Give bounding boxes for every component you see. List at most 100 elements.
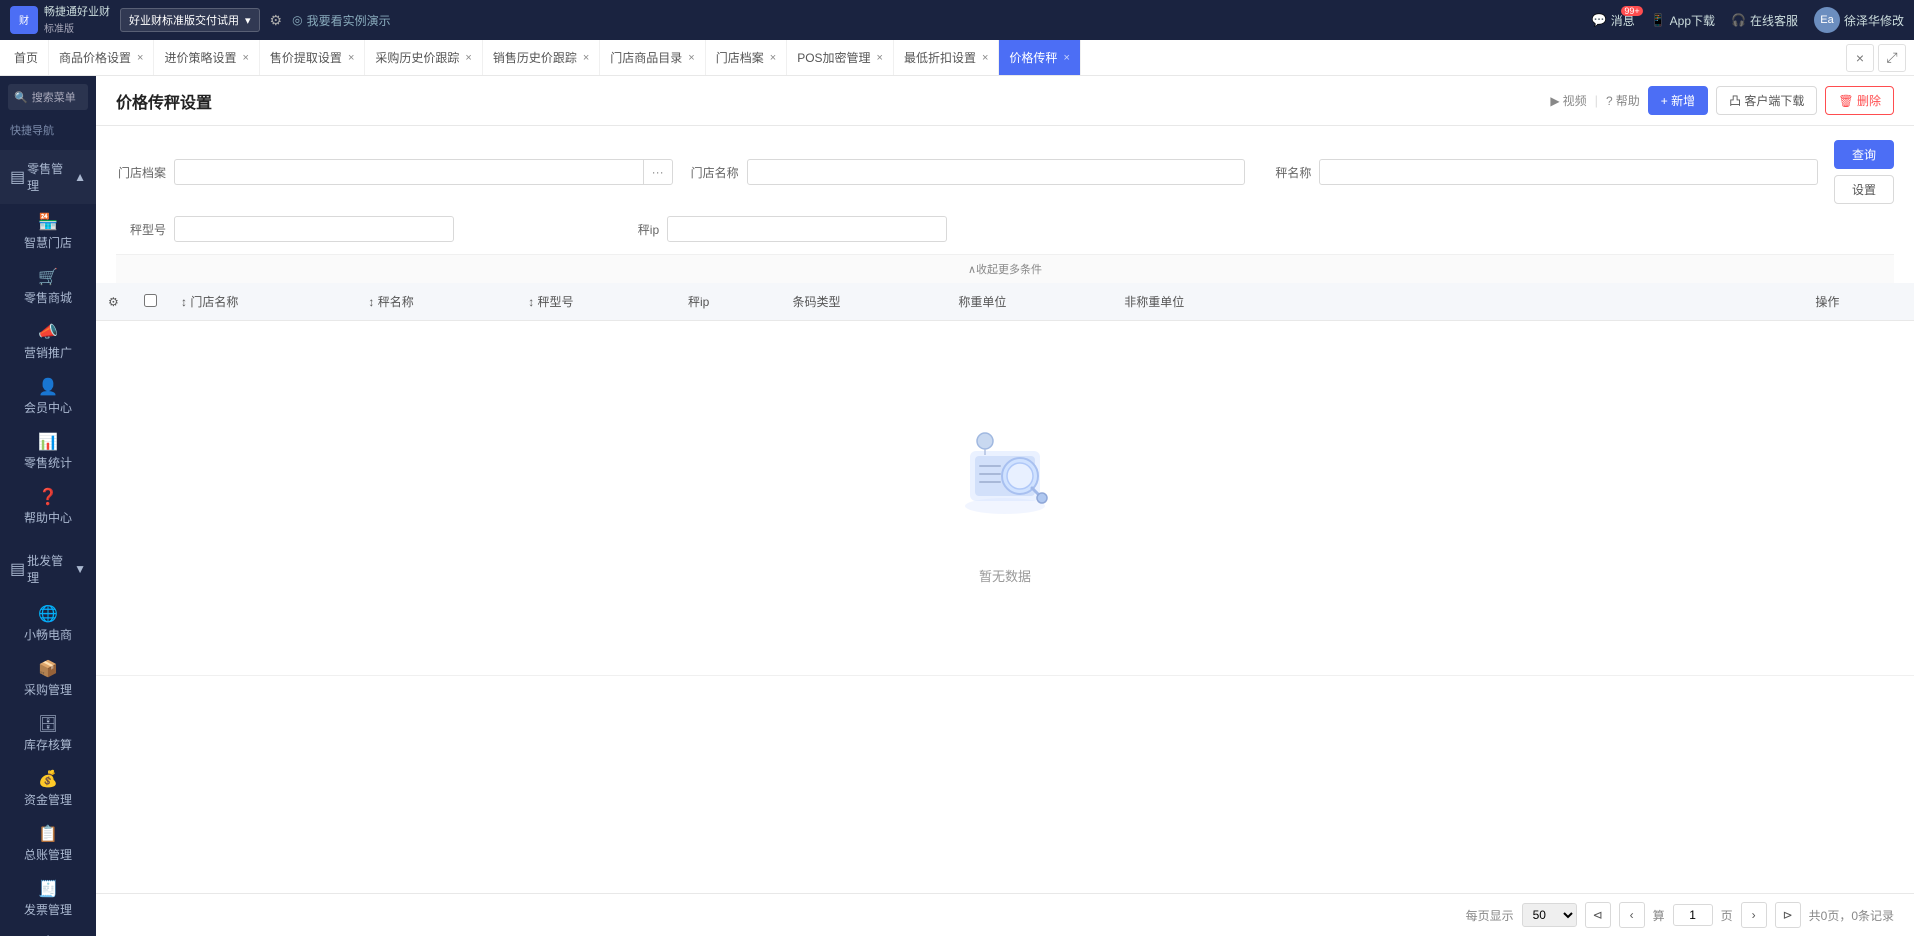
sidebar-item-label: 发票管理: [24, 901, 72, 918]
tab-pos-management[interactable]: POS加密管理 ×: [787, 40, 894, 76]
tab-store-catalog[interactable]: 门店商品目录 ×: [600, 40, 705, 76]
sidebar-item-member[interactable]: 👤 会员中心: [0, 369, 96, 424]
prev-page-button[interactable]: ‹: [1619, 902, 1645, 928]
delete-button[interactable]: 🗑 删除: [1825, 86, 1894, 115]
scale-ip-label: 秤ip: [609, 221, 659, 238]
headset-icon: 🎧: [1731, 13, 1746, 27]
tab-min-discount[interactable]: 最低折扣设置 ×: [894, 40, 999, 76]
tab-purchase-history[interactable]: 采购历史价跟踪 ×: [365, 40, 482, 76]
th-action: 操作: [1803, 283, 1914, 321]
tab-home[interactable]: 首页: [4, 40, 49, 76]
marketing-icon: 📣: [38, 322, 58, 342]
demo-button[interactable]: ◎ 我要看实例演示: [292, 12, 391, 29]
th-checkbox[interactable]: [132, 283, 169, 321]
user-name: 徐泽华修改: [1844, 12, 1904, 29]
message-button[interactable]: 💬 消息 99+: [1592, 12, 1635, 29]
message-icon: 💬: [1592, 13, 1607, 27]
first-page-button[interactable]: ⊲: [1585, 902, 1611, 928]
tab-store-profile[interactable]: 门店档案 ×: [706, 40, 787, 76]
invoice-icon: 🧾: [38, 879, 58, 899]
select-all-checkbox[interactable]: [144, 294, 157, 307]
add-button[interactable]: + 新增: [1648, 86, 1708, 115]
user-menu-button[interactable]: Ea 徐泽华修改: [1814, 7, 1904, 33]
filter-scale-model: 秤型号: [116, 216, 593, 242]
scale-name-input[interactable]: [1319, 159, 1818, 185]
tab-purchase-strategy-label: 进价策略设置: [164, 49, 236, 66]
video-link[interactable]: ▶ 视频: [1550, 92, 1586, 109]
app-download-button[interactable]: 📱 App下载: [1651, 12, 1715, 29]
sidebar: 🔍 搜索菜单 快捷导航 ▤ 零售管理 ▲ 🏪 智慧门店 🛒 零售商城 📣 营销推…: [0, 76, 96, 936]
purchase-icon: 📦: [38, 659, 58, 679]
close-icon[interactable]: ×: [688, 52, 694, 64]
sidebar-item-ecom[interactable]: 🌐 小畅电商: [0, 596, 96, 651]
settings-icon[interactable]: ⚙: [270, 12, 283, 29]
version-dropdown[interactable]: 好业财标准版交付试用 ▾: [120, 8, 260, 32]
help-link[interactable]: ? 帮助: [1606, 92, 1640, 109]
close-icon[interactable]: ×: [877, 52, 883, 64]
tab-price-settings-label: 商品价格设置: [59, 49, 131, 66]
sidebar-item-batch-mgmt[interactable]: ▤ 批发管理 ▼: [0, 542, 96, 596]
sidebar-item-tax[interactable]: 🏛 税务管理: [0, 926, 96, 936]
tab-purchase-strategy[interactable]: 进价策略设置 ×: [154, 40, 259, 76]
close-icon[interactable]: ×: [465, 52, 471, 64]
search-menu-button[interactable]: 🔍 搜索菜单: [8, 84, 88, 110]
avatar: Ea: [1814, 7, 1840, 33]
expand-tab-button[interactable]: ⤢: [1878, 44, 1906, 72]
empty-text: 暂无数据: [979, 566, 1031, 585]
sidebar-item-inventory[interactable]: 🗄 库存核算: [0, 706, 96, 761]
close-icon[interactable]: ×: [982, 52, 988, 64]
app-download-label: App下载: [1670, 12, 1715, 29]
close-tab-button[interactable]: ×: [1846, 44, 1874, 72]
page-input[interactable]: [1673, 904, 1713, 926]
sidebar-item-smart-store[interactable]: 🏪 智慧门店: [0, 204, 96, 259]
close-icon[interactable]: ×: [1063, 52, 1069, 64]
scale-model-input[interactable]: [174, 216, 454, 242]
store-name-label: 门店名称: [689, 164, 739, 181]
tab-price-settings[interactable]: 商品价格设置 ×: [49, 40, 154, 76]
query-button[interactable]: 查询: [1834, 140, 1894, 169]
tab-sale-price-fetch[interactable]: 售价提取设置 ×: [260, 40, 365, 76]
store-name-input[interactable]: [747, 159, 1246, 185]
sidebar-item-retail-mgmt[interactable]: ▤ 零售管理 ▲: [0, 150, 96, 204]
next-page-button[interactable]: ›: [1741, 902, 1767, 928]
last-page-button[interactable]: ⊳: [1775, 902, 1801, 928]
th-scale-ip: 秤ip: [676, 283, 780, 321]
scale-ip-input[interactable]: [667, 216, 947, 242]
sidebar-item-invoice[interactable]: 🧾 发票管理: [0, 871, 96, 926]
sidebar-item-accounting[interactable]: 📋 总账管理: [0, 816, 96, 871]
sidebar-item-purchase[interactable]: 📦 采购管理: [0, 651, 96, 706]
sidebar-item-retail-mall[interactable]: 🛒 零售商城: [0, 259, 96, 314]
tab-home-label: 首页: [14, 49, 38, 66]
store-profile-dots-button[interactable]: ···: [643, 159, 673, 185]
th-settings[interactable]: ⚙: [96, 283, 132, 321]
sidebar-item-label: 小畅电商: [24, 626, 72, 643]
filter-settings-button[interactable]: 设置: [1834, 175, 1894, 204]
tab-min-discount-label: 最低折扣设置: [904, 49, 976, 66]
sidebar-item-label: 零售商城: [24, 289, 72, 306]
close-icon[interactable]: ×: [583, 52, 589, 64]
sidebar-item-finance[interactable]: 💰 资金管理: [0, 761, 96, 816]
per-page-select[interactable]: 50 10 20 100: [1522, 903, 1577, 927]
close-icon[interactable]: ×: [770, 52, 776, 64]
chevron-down-icon: ▾: [245, 14, 251, 27]
tab-price-scale[interactable]: 价格传秤 ×: [999, 40, 1080, 76]
close-icon[interactable]: ×: [348, 52, 354, 64]
tab-bar: 首页 商品价格设置 × 进价策略设置 × 售价提取设置 × 采购历史价跟踪 × …: [0, 40, 1914, 76]
sidebar-item-retail-stats[interactable]: 📊 零售统计: [0, 424, 96, 479]
tab-sale-history[interactable]: 销售历史价跟踪 ×: [483, 40, 600, 76]
th-scale-model: ↕ 秤型号: [516, 283, 676, 321]
collapse-bar[interactable]: ∧ 收起更多条件: [116, 254, 1894, 283]
sidebar-item-marketing[interactable]: 📣 营销推广: [0, 314, 96, 369]
download-label: 凸 客户端下载: [1729, 92, 1804, 109]
sidebar-item-label: 总账管理: [24, 846, 72, 863]
close-icon[interactable]: ×: [242, 52, 248, 64]
filter-row-1: 门店档案 ··· 门店名称 秤名称 查询: [116, 140, 1894, 204]
tab-pos-management-label: POS加密管理: [797, 49, 870, 66]
sidebar-item-help[interactable]: ❓ 帮助中心: [0, 479, 96, 534]
online-service-button[interactable]: 🎧 在线客服: [1731, 12, 1798, 29]
store-profile-input[interactable]: [174, 159, 643, 185]
download-button[interactable]: 凸 客户端下载: [1716, 86, 1817, 115]
table-wrap: ⚙ ↕ 门店名称 ↕ 秤名称 ↕ 秤型号 秤ip 条码类型 称重单位 非称重单位…: [96, 283, 1914, 893]
close-icon[interactable]: ×: [137, 52, 143, 64]
dropdown-label: 好业财标准版交付试用: [129, 12, 239, 28]
